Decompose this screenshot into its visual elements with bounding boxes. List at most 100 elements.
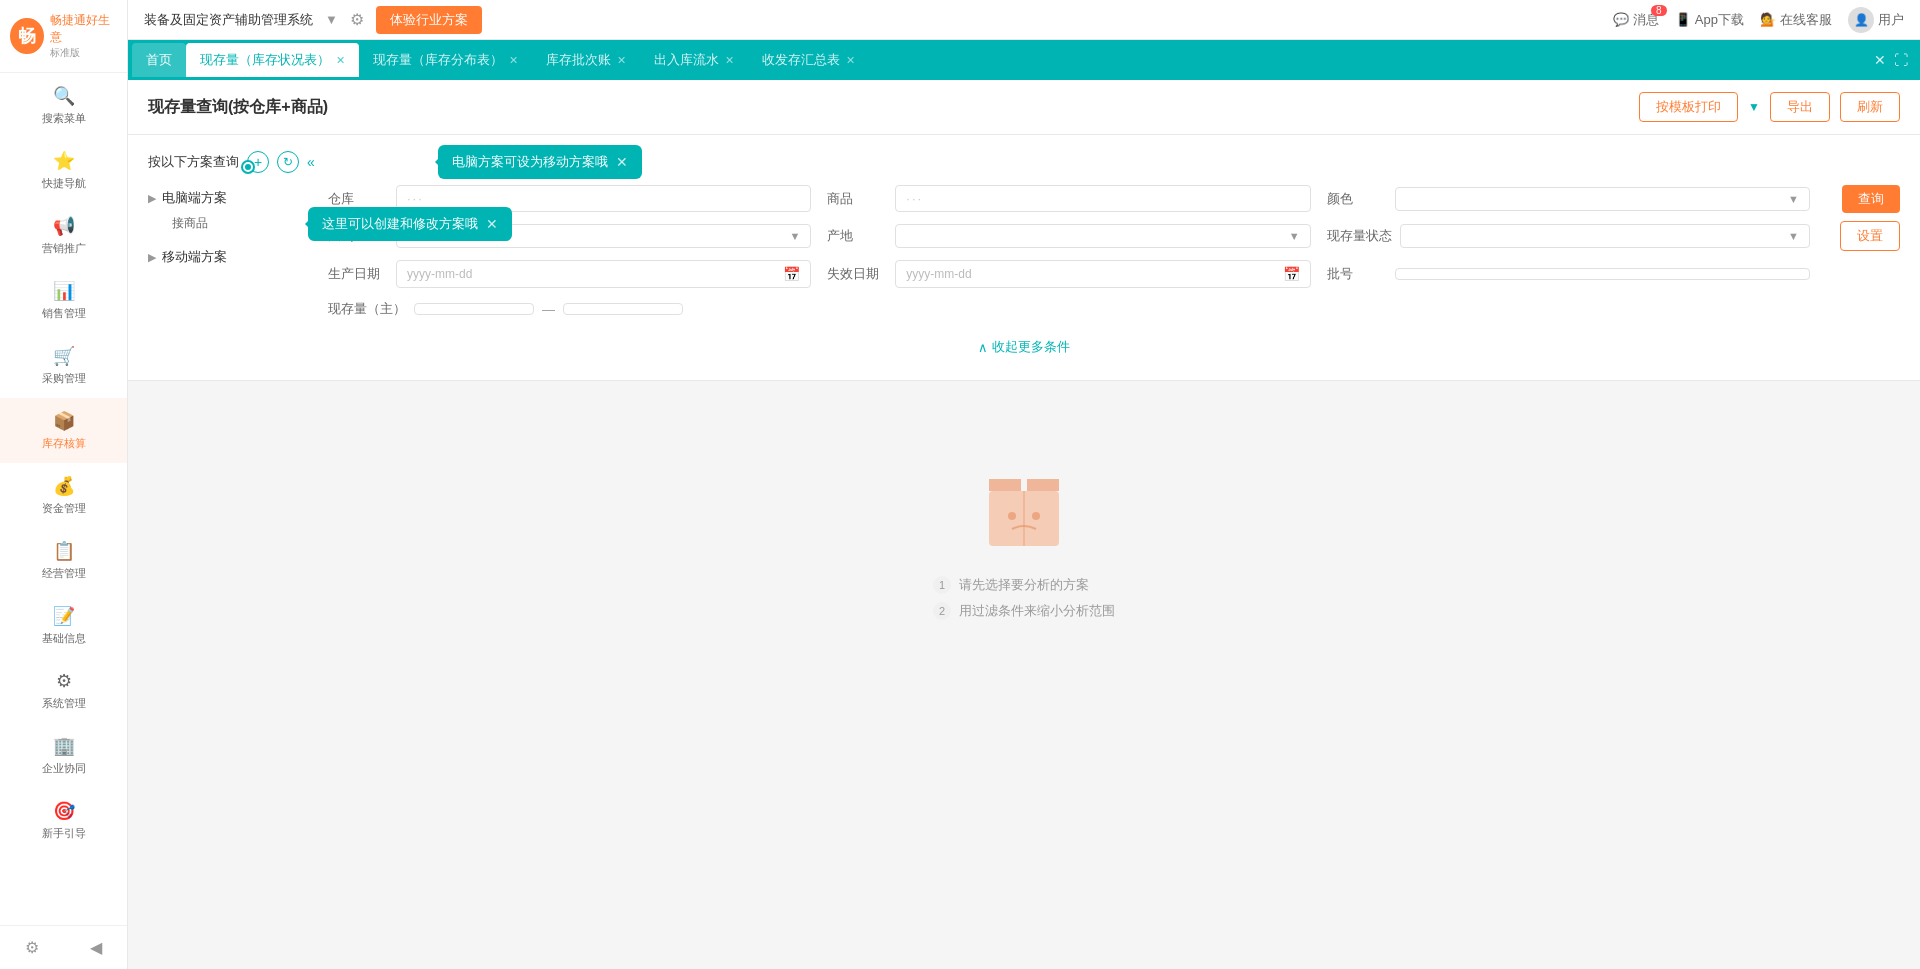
sidebar-item-inventory[interactable]: 📦 库存核算 <box>0 398 127 463</box>
warehouse-label: 仓库 <box>328 190 388 208</box>
inventory-main-from[interactable] <box>414 303 534 315</box>
inventory-status-control[interactable]: ▼ <box>1400 224 1810 248</box>
origin-label: 产地 <box>827 227 887 245</box>
sidebar-item-finance[interactable]: 💰 资金管理 <box>0 463 127 528</box>
print-dropdown-icon[interactable]: ▼ <box>1748 100 1760 114</box>
export-btn[interactable]: 导出 <box>1770 92 1830 122</box>
tab-inventory-status[interactable]: 现存量（库存状况表） ✕ <box>186 43 359 77</box>
filter-row-2: 尺码 ▼ 产地 ▼ 现存量状态 <box>328 224 1810 248</box>
scheme-popup-close[interactable]: ✕ <box>616 154 628 170</box>
money-icon: 💰 <box>53 475 75 497</box>
filter-row-3: 生产日期 yyyy-mm-dd 📅 失效日期 yyyy-mm-dd 📅 <box>328 260 1810 288</box>
tab-summary-label: 收发存汇总表 <box>762 51 840 69</box>
app-label: App下载 <box>1695 11 1744 29</box>
print-btn[interactable]: 按模板打印 <box>1639 92 1738 122</box>
sidebar-item-search[interactable]: 🔍 搜索菜单 <box>0 73 127 138</box>
tabs-maximize-icon[interactable]: ⛶ <box>1894 52 1908 68</box>
empty-tip-2: 2 用过滤条件来缩小分析范围 <box>933 602 1115 620</box>
tabs-close-all-icon[interactable]: ✕ <box>1874 52 1886 68</box>
filter-back-btn[interactable]: « <box>307 154 315 170</box>
tab-inventory-status-label: 现存量（库存状况表） <box>200 51 330 69</box>
scheme-popup-text: 电脑方案可设为移动方案哦 <box>452 153 608 171</box>
tab-batch-ledger-close[interactable]: ✕ <box>617 54 626 67</box>
color-control[interactable]: ▼ <box>1395 187 1810 211</box>
header: 装备及固定资产辅助管理系统 ▼ ⚙ 体验行业方案 💬 消息 8 📱 App下载 … <box>128 0 1920 40</box>
edit-popup-close[interactable]: ✕ <box>486 216 498 232</box>
tab-summary-close[interactable]: ✕ <box>846 54 855 67</box>
tab-inventory-distribution-label: 现存量（库存分布表） <box>373 51 503 69</box>
logo-icon: 畅 <box>10 18 44 54</box>
empty-tips: 1 请先选择要分析的方案 2 用过滤条件来缩小分析范围 <box>933 576 1115 628</box>
tab-home-label: 首页 <box>146 51 172 69</box>
filter-row-4: 现存量（主） — <box>328 300 1810 318</box>
sidebar-item-purchase[interactable]: 🛒 采购管理 <box>0 333 127 398</box>
edit-popup-text: 这里可以创建和修改方案哦 <box>322 215 478 233</box>
produce-date-calendar-icon: 📅 <box>783 266 800 282</box>
cart-icon: 🛒 <box>53 345 75 367</box>
system-name: 装备及固定资产辅助管理系统 <box>144 11 313 29</box>
scheme-popup: 电脑方案可设为移动方案哦 ✕ <box>438 145 642 179</box>
sidebar-item-newbie[interactable]: 🎯 新手引导 <box>0 788 127 853</box>
online-service-item[interactable]: 💁 在线客服 <box>1760 11 1832 29</box>
empty-tip-2-text: 用过滤条件来缩小分析范围 <box>959 602 1115 620</box>
main-content: 现存量查询(按仓库+商品) 按模板打印 ▼ 导出 刷新 按以下方案查询 + ↻ … <box>128 80 1920 969</box>
sidebar-item-marketing[interactable]: 📢 营销推广 <box>0 203 127 268</box>
filter-refresh-btn[interactable]: ↻ <box>277 151 299 173</box>
empty-illustration <box>964 461 1084 564</box>
goods-control[interactable]: ··· <box>895 185 1310 212</box>
filter-header: 按以下方案查询 + ↻ « <box>148 151 1900 173</box>
edit-popup: 这里可以创建和修改方案哦 ✕ <box>308 207 512 241</box>
scheme-pc-sub-item[interactable]: 接商品 <box>148 211 308 236</box>
header-dropdown-arrow[interactable]: ▼ <box>325 12 338 27</box>
sidebar-item-sales[interactable]: 📊 销售管理 <box>0 268 127 333</box>
page-title: 现存量查询(按仓库+商品) <box>148 97 328 118</box>
sidebar-collapse-btn[interactable]: ◀ <box>90 938 102 957</box>
batch-label: 批号 <box>1327 265 1387 283</box>
tab-batch-ledger-label: 库存批次账 <box>546 51 611 69</box>
tabs-right-controls: ✕ ⛶ <box>1874 52 1916 68</box>
sidebar-item-system[interactable]: ⚙ 系统管理 <box>0 658 127 723</box>
user-item[interactable]: 👤 用户 <box>1848 7 1904 33</box>
origin-control[interactable]: ▼ <box>895 224 1310 248</box>
filter-color: 颜色 ▼ <box>1327 185 1810 212</box>
filter-inventory-status: 现存量状态 ▼ <box>1327 224 1810 248</box>
sidebar-item-operations[interactable]: 📋 经营管理 <box>0 528 127 593</box>
expire-date-input[interactable]: yyyy-mm-dd 📅 <box>895 260 1310 288</box>
tab-inventory-distribution[interactable]: 现存量（库存分布表） ✕ <box>359 43 532 77</box>
sidebar: 畅 畅捷通好生意 标准版 🔍 搜索菜单 ⭐ 快捷导航 📢 营销推广 📊 销售管理… <box>0 0 128 969</box>
tab-inventory-distribution-close[interactable]: ✕ <box>509 54 518 67</box>
query-btn[interactable]: 查询 <box>1842 185 1900 213</box>
target-icon: 🎯 <box>53 800 75 822</box>
goods-label: 商品 <box>827 190 887 208</box>
settings-btn[interactable]: 设置 <box>1840 221 1900 251</box>
app-download-item[interactable]: 📱 App下载 <box>1675 11 1744 29</box>
tab-in-out-flow[interactable]: 出入库流水 ✕ <box>640 43 748 77</box>
sidebar-settings-btn[interactable]: ⚙ <box>25 938 39 957</box>
produce-date-input[interactable]: yyyy-mm-dd 📅 <box>396 260 811 288</box>
refresh-btn[interactable]: 刷新 <box>1840 92 1900 122</box>
filter-area: 按以下方案查询 + ↻ « ▶ 电脑端方案 接商品 ▶ 移动端方案 <box>128 135 1920 381</box>
scheme-pc-item[interactable]: ▶ 电脑端方案 <box>148 185 308 211</box>
tab-batch-ledger[interactable]: 库存批次账 ✕ <box>532 43 640 77</box>
svg-point-3 <box>1032 512 1040 520</box>
tab-in-out-flow-close[interactable]: ✕ <box>725 54 734 67</box>
produce-date-label: 生产日期 <box>328 265 388 283</box>
experience-btn[interactable]: 体验行业方案 <box>376 6 482 34</box>
filter-produce-date: 生产日期 yyyy-mm-dd 📅 <box>328 260 811 288</box>
tab-home[interactable]: 首页 <box>132 43 186 77</box>
header-gear-icon[interactable]: ⚙ <box>350 10 364 29</box>
inventory-main-to[interactable] <box>563 303 683 315</box>
filter-row-1: 仓库 ··· 商品 ··· 颜色 <box>328 185 1810 212</box>
collapse-bar[interactable]: ∧ 收起更多条件 <box>148 330 1900 364</box>
sidebar-item-basic[interactable]: 📝 基础信息 <box>0 593 127 658</box>
logo-text: 畅捷通好生意 标准版 <box>50 12 117 60</box>
scheme-mobile-item[interactable]: ▶ 移动端方案 <box>148 244 308 270</box>
batch-control[interactable] <box>1395 268 1810 280</box>
tab-summary[interactable]: 收发存汇总表 ✕ <box>748 43 869 77</box>
sidebar-item-quick[interactable]: ⭐ 快捷导航 <box>0 138 127 203</box>
filter-batch: 批号 <box>1327 260 1810 288</box>
tab-inventory-status-close[interactable]: ✕ <box>336 54 345 67</box>
filter-expire-date: 失效日期 yyyy-mm-dd 📅 <box>827 260 1310 288</box>
sidebar-item-enterprise[interactable]: 🏢 企业协同 <box>0 723 127 788</box>
message-item[interactable]: 💬 消息 8 <box>1613 11 1659 29</box>
